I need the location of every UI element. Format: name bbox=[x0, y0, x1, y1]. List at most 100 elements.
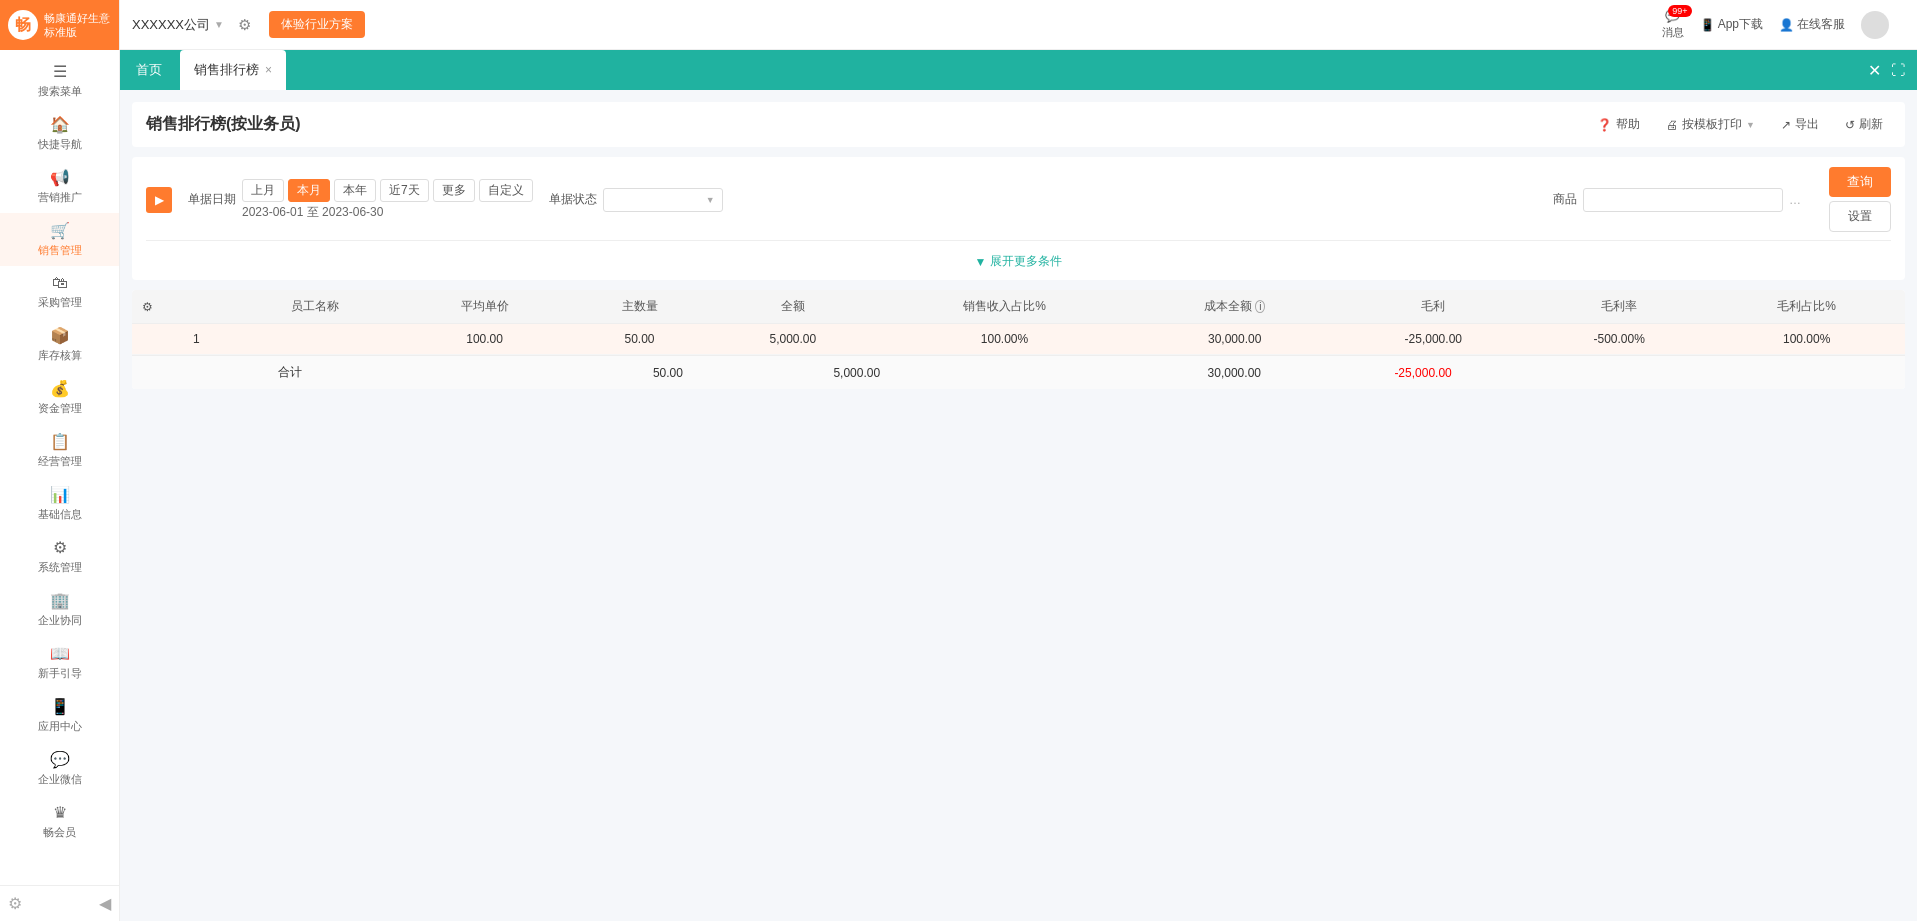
sidebar-item-quick[interactable]: 🏠 快捷导航 bbox=[0, 107, 119, 160]
print-btn[interactable]: 🖨 按模板打印 ▼ bbox=[1658, 112, 1763, 137]
collapse-icon[interactable]: ◀ bbox=[99, 894, 111, 913]
table-footer: 合计 50.00 5,000.00 30,000.00 -25,000.00 bbox=[132, 355, 1905, 389]
goods-filter-label: 商品 bbox=[1553, 191, 1577, 208]
logo-icon: 畅 bbox=[8, 10, 38, 40]
tabbar-expand-btn[interactable]: ⛶ bbox=[1891, 62, 1905, 78]
trial-btn[interactable]: 体验行业方案 bbox=[269, 11, 365, 38]
settings-btn[interactable]: 设置 bbox=[1829, 201, 1891, 232]
td-profit-0: -25,000.00 bbox=[1337, 324, 1530, 355]
refresh-btn[interactable]: ↺ 刷新 bbox=[1837, 112, 1891, 137]
sidebar-item-vip[interactable]: ♛ 畅会员 bbox=[0, 795, 119, 848]
cost-info-icon: i bbox=[1255, 300, 1265, 313]
td-cost-amount-0: 30,000.00 bbox=[1133, 324, 1337, 355]
system-icon: ⚙ bbox=[53, 538, 67, 557]
table-row: 1 100.00 50.00 5,000.00 100.00% 30,000.0… bbox=[132, 324, 1905, 355]
company-dropdown-icon: ▼ bbox=[214, 19, 224, 30]
tab-sales-ranking[interactable]: 销售排行榜 × bbox=[180, 50, 286, 90]
td-name-0 bbox=[230, 324, 400, 355]
date-btn-more[interactable]: 更多 bbox=[433, 179, 475, 202]
date-btn-last-month[interactable]: 上月 bbox=[242, 179, 284, 202]
sidebar-item-inventory[interactable]: 📦 库存核算 bbox=[0, 318, 119, 371]
sidebar-item-label-quick: 快捷导航 bbox=[38, 137, 82, 152]
tabbar-close-btn[interactable]: ✕ bbox=[1868, 61, 1881, 80]
query-settings-btns: 查询 设置 bbox=[1829, 167, 1891, 232]
guide-icon: 📖 bbox=[50, 644, 70, 663]
export-icon: ↗ bbox=[1781, 118, 1791, 132]
sidebar-item-label-inventory: 库存核算 bbox=[38, 348, 82, 363]
tabbar-right: ✕ ⛶ bbox=[1868, 61, 1917, 80]
date-btn-7days[interactable]: 近7天 bbox=[380, 179, 429, 202]
tab-home[interactable]: 首页 bbox=[120, 50, 178, 90]
tabbar: 首页 销售排行榜 × ✕ ⛶ bbox=[120, 50, 1917, 90]
date-btn-this-month[interactable]: 本月 bbox=[288, 179, 330, 202]
app-icon: 📱 bbox=[1700, 18, 1715, 32]
td-avg-price-0: 100.00 bbox=[400, 324, 570, 355]
goods-input[interactable] bbox=[1583, 188, 1783, 212]
expand-more-btn[interactable]: ▼ 展开更多条件 bbox=[975, 253, 1063, 270]
th-name: 员工名称 bbox=[230, 290, 400, 324]
print-icon: 🖨 bbox=[1666, 118, 1678, 132]
date-filter-block: 上月 本月 本年 近7天 更多 自定义 2023-06-01 至 2023-06… bbox=[242, 179, 533, 221]
th-profit-rate: 毛利率 bbox=[1530, 290, 1708, 324]
date-btn-this-year[interactable]: 本年 bbox=[334, 179, 376, 202]
footer-label: 合计 bbox=[196, 364, 385, 381]
sidebar-logo: 畅 畅康通好生意 标准版 bbox=[0, 0, 119, 50]
topbar-settings-icon[interactable]: ⚙ bbox=[238, 16, 251, 34]
company-name: XXXXXX公司 bbox=[132, 16, 210, 34]
status-select[interactable] bbox=[603, 188, 723, 212]
sidebar-item-wechat[interactable]: 💬 企业微信 bbox=[0, 742, 119, 795]
sidebar-item-system[interactable]: ⚙ 系统管理 bbox=[0, 530, 119, 583]
sidebar-item-label-system: 系统管理 bbox=[38, 560, 82, 575]
date-btn-custom[interactable]: 自定义 bbox=[479, 179, 533, 202]
online-service-btn[interactable]: 👤 在线客服 bbox=[1779, 16, 1845, 33]
app-download-btn[interactable]: 📱 App下载 bbox=[1700, 16, 1763, 33]
status-filter-label: 单据状态 bbox=[549, 191, 597, 208]
page-title: 销售排行榜(按业务员) bbox=[146, 114, 301, 135]
sidebar-item-search[interactable]: ☰ 搜索菜单 bbox=[0, 54, 119, 107]
sidebar-item-basic[interactable]: 📊 基础信息 bbox=[0, 477, 119, 530]
sidebar: 畅 畅康通好生意 标准版 ☰ 搜索菜单 🏠 快捷导航 📢 营销推广 🛒 销售管理… bbox=[0, 0, 120, 921]
sidebar-item-operations[interactable]: 📋 经营管理 bbox=[0, 424, 119, 477]
query-btn[interactable]: 查询 bbox=[1829, 167, 1891, 197]
th-sales-pct: 销售收入占比% bbox=[876, 290, 1133, 324]
sidebar-item-label-purchase: 采购管理 bbox=[38, 295, 82, 310]
wechat-icon: 💬 bbox=[50, 750, 70, 769]
filter-expand-arrow[interactable]: ▶ bbox=[146, 187, 172, 213]
td-rank-0: 1 bbox=[163, 324, 230, 355]
sidebar-item-label-finance: 资金管理 bbox=[38, 401, 82, 416]
goods-ellipsis[interactable]: … bbox=[1789, 193, 1801, 207]
status-select-wrap bbox=[603, 188, 723, 212]
td-amount-0: 5,000.00 bbox=[709, 324, 876, 355]
vip-icon: ♛ bbox=[53, 803, 67, 822]
sales-icon: 🛒 bbox=[50, 221, 70, 240]
avatar[interactable] bbox=[1861, 11, 1889, 39]
sidebar-item-apps[interactable]: 📱 应用中心 bbox=[0, 689, 119, 742]
message-btn[interactable]: 💬 消息 99+ bbox=[1662, 9, 1684, 40]
sidebar-item-label-sales: 销售管理 bbox=[38, 243, 82, 258]
sidebar-footer: ⚙ ◀ bbox=[0, 885, 119, 921]
export-btn[interactable]: ↗ 导出 bbox=[1773, 112, 1827, 137]
sidebar-item-label-operations: 经营管理 bbox=[38, 454, 82, 469]
th-rank bbox=[163, 290, 230, 324]
date-filter: 单据日期 上月 本月 本年 近7天 更多 自定义 2023-06-01 至 20… bbox=[188, 179, 533, 221]
help-btn[interactable]: ❓ 帮助 bbox=[1589, 112, 1648, 137]
sidebar-item-finance[interactable]: 💰 资金管理 bbox=[0, 371, 119, 424]
service-icon: 👤 bbox=[1779, 18, 1794, 32]
date-range-text: 2023-06-01 至 2023-06-30 bbox=[242, 204, 533, 221]
date-filter-label: 单据日期 bbox=[188, 191, 236, 208]
sidebar-item-marketing[interactable]: 📢 营销推广 bbox=[0, 160, 119, 213]
purchase-icon: 🛍 bbox=[52, 274, 68, 292]
table-header-row: ⚙ 员工名称 平均单价 主数量 全额 销售收入占比% 成本全额 i 毛利 毛利率… bbox=[132, 290, 1905, 324]
th-settings[interactable]: ⚙ bbox=[132, 290, 163, 324]
sidebar-item-guide[interactable]: 📖 新手引导 bbox=[0, 636, 119, 689]
company-selector[interactable]: XXXXXX公司 ▼ bbox=[132, 16, 224, 34]
settings-footer-icon[interactable]: ⚙ bbox=[8, 894, 22, 913]
filter-bar: ▶ 单据日期 上月 本月 本年 近7天 更多 自定义 20 bbox=[132, 157, 1905, 280]
footer-main-qty: 50.00 bbox=[574, 366, 763, 380]
tab-close-icon[interactable]: × bbox=[265, 63, 272, 77]
sidebar-item-purchase[interactable]: 🛍 采购管理 bbox=[0, 266, 119, 318]
sidebar-nav: ☰ 搜索菜单 🏠 快捷导航 📢 营销推广 🛒 销售管理 🛍 采购管理 📦 库存核… bbox=[0, 50, 119, 885]
sidebar-item-enterprise[interactable]: 🏢 企业协同 bbox=[0, 583, 119, 636]
sidebar-item-sales[interactable]: 🛒 销售管理 bbox=[0, 213, 119, 266]
th-main-qty: 主数量 bbox=[570, 290, 710, 324]
